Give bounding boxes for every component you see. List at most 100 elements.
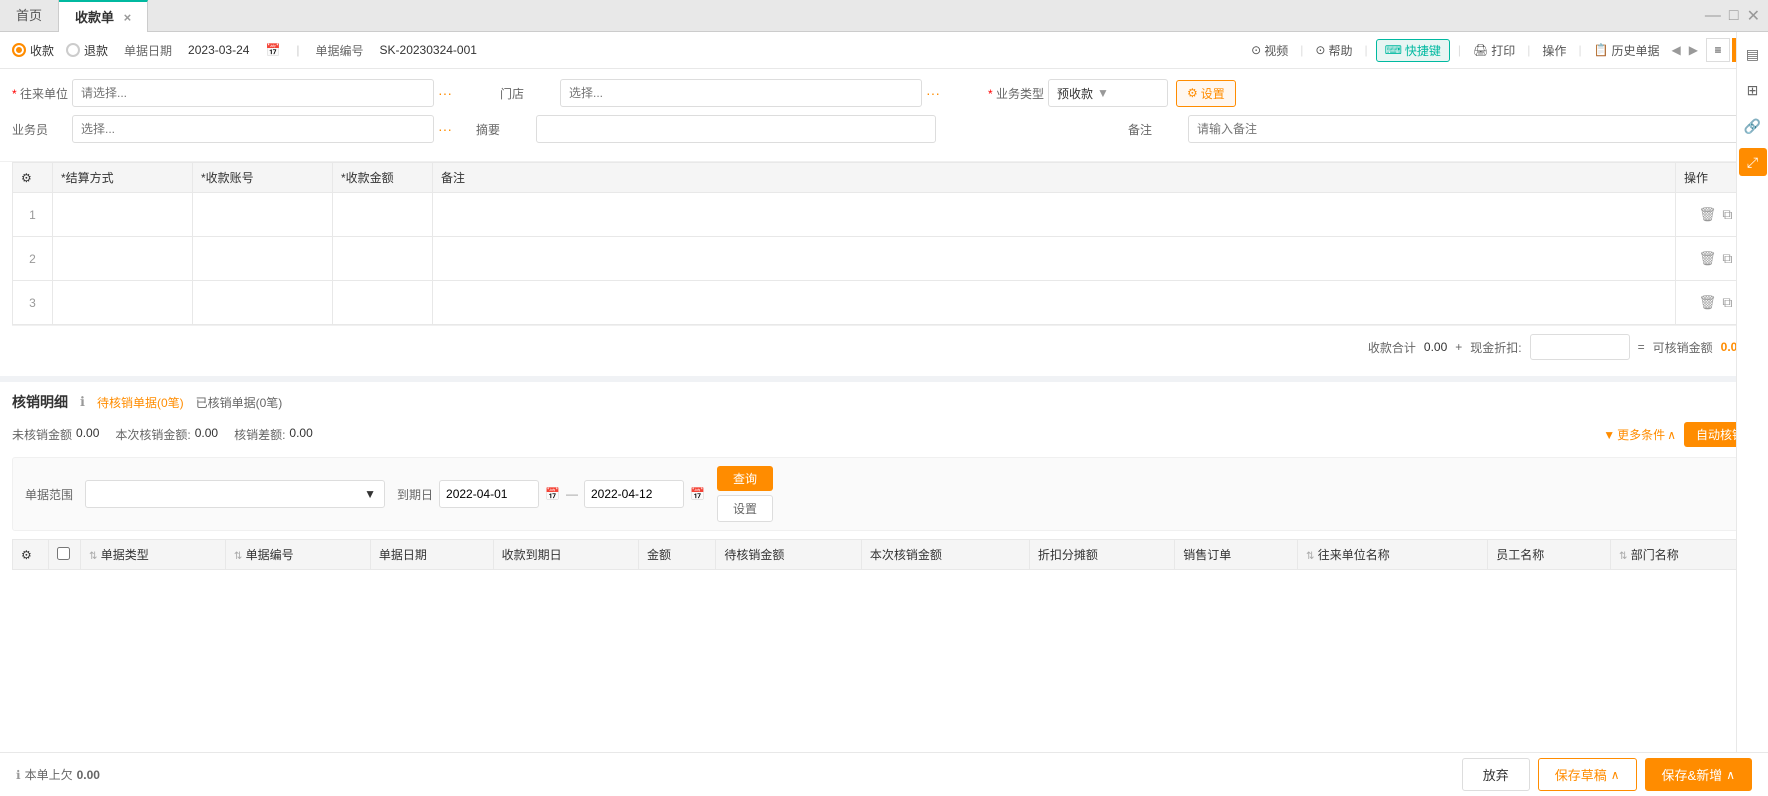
print-btn[interactable]: 🖨 打印 [1469, 40, 1519, 61]
row-1-delete-icon[interactable]: 🗑 [1699, 206, 1717, 223]
filter-range-select[interactable]: ▼ [85, 480, 385, 508]
col-remark-header: 备注 [433, 163, 1676, 193]
filter-icon: ▼ [1603, 428, 1615, 442]
view-list-btn[interactable]: ≡ [1706, 38, 1730, 62]
row-3-copy-icon[interactable]: ⧉ [1722, 294, 1732, 311]
number-label: 单据编号 [316, 42, 364, 59]
sidebar-link-icon[interactable]: 🔗 [1739, 112, 1767, 140]
form-section: 往来单位 ··· 门店 ··· 业务类型 预收款 ▼ ⚙ [0, 69, 1768, 162]
calendar-icon[interactable]: 📅 [265, 43, 280, 57]
done-tab[interactable]: 已核销单据(0笔) [196, 394, 283, 411]
tab-close-icon[interactable]: × [124, 10, 132, 25]
history-icon: 📋 [1594, 43, 1609, 57]
prev-icon[interactable]: ◀ [1672, 43, 1681, 57]
video-btn[interactable]: ⊙ 视频 [1247, 40, 1292, 61]
staff-input[interactable] [72, 115, 434, 143]
radio-group: 收款 退款 [12, 42, 108, 59]
settings-btn2[interactable]: 设置 [717, 495, 773, 522]
row-2-settlement[interactable] [53, 237, 193, 281]
number-value: SK-20230324-001 [380, 43, 477, 57]
row-1-amount[interactable] [333, 193, 433, 237]
staff-more-btn[interactable]: ··· [438, 121, 452, 137]
row-1-account[interactable] [193, 193, 333, 237]
sub-col-checkbox[interactable] [49, 540, 81, 570]
sub-col-dept: ⇅ 部门名称 [1611, 540, 1756, 570]
current-stat: 本次核销金额: 0.00 [115, 426, 218, 443]
row-2-account[interactable] [193, 237, 333, 281]
sub-col-pending: 待核销金额 [716, 540, 861, 570]
partner-field: 往来单位 ··· [12, 79, 452, 107]
abandon-button[interactable]: 放弃 [1462, 758, 1530, 791]
row-2-copy-icon[interactable]: ⧉ [1722, 250, 1732, 267]
partner-input[interactable] [72, 79, 434, 107]
minimize-icon[interactable]: — [1705, 7, 1721, 25]
radio-refund[interactable]: 退款 [66, 42, 108, 59]
row-2-remark[interactable] [433, 237, 1676, 281]
save-new-button[interactable]: 保存&新增 ∧ [1645, 758, 1752, 791]
row-1-settlement[interactable] [53, 193, 193, 237]
form-row-1: 往来单位 ··· 门店 ··· 业务类型 预收款 ▼ ⚙ [12, 79, 1756, 107]
settings-button[interactable]: ⚙ 设置 [1176, 80, 1236, 107]
pending-tab[interactable]: 待核销单据(0笔) [97, 394, 184, 411]
query-btn[interactable]: 查询 [717, 466, 773, 491]
date-from-input[interactable] [439, 480, 539, 508]
current-value: 0.00 [195, 426, 218, 443]
staff-field: 业务员 ··· [12, 115, 452, 143]
filter-chevron-icon: ▼ [364, 487, 376, 501]
date-value: 2023-03-24 [188, 43, 249, 57]
row-3-delete-icon[interactable]: 🗑 [1699, 294, 1717, 311]
row-3-amount[interactable] [333, 281, 433, 325]
window-controls: — □ ✕ [1705, 6, 1768, 26]
maximize-icon[interactable]: □ [1729, 7, 1739, 25]
save-draft-arrow: ∧ [1611, 768, 1620, 782]
row-1-remark[interactable] [433, 193, 1676, 237]
reconcile-info-icon[interactable]: ℹ [80, 394, 85, 410]
row-3-settlement[interactable] [53, 281, 193, 325]
form-row-2: 业务员 ··· 摘要 备注 [12, 115, 1756, 143]
date-label: 单据日期 [124, 42, 172, 59]
row-3-remark[interactable] [433, 281, 1676, 325]
store-more-btn[interactable]: ··· [926, 85, 940, 101]
operation-btn[interactable]: 操作 [1538, 40, 1570, 61]
unchecked-value: 0.00 [76, 426, 99, 443]
date-from-cal-icon[interactable]: 📅 [545, 487, 560, 501]
discount-input[interactable] [1530, 334, 1630, 360]
sidebar-table-icon[interactable]: ▤ [1739, 40, 1767, 68]
radio-refund-dot [66, 43, 80, 57]
date-to-input[interactable] [584, 480, 684, 508]
tab-home[interactable]: 首页 [0, 0, 59, 32]
business-type-select[interactable]: 预收款 ▼ [1048, 79, 1168, 107]
tab-receipt[interactable]: 收款单 × [59, 0, 148, 32]
save-draft-button[interactable]: 保存草稿 ∧ [1538, 758, 1637, 791]
receipt-table: ⚙ *结算方式 *收款账号 *收款金额 备注 操作 [12, 162, 1756, 325]
select-all-checkbox[interactable] [57, 547, 70, 560]
row-2-amount[interactable] [333, 237, 433, 281]
main-content: 收款 退款 单据日期 2023-03-24 📅 | 单据编号 SK-202303… [0, 32, 1768, 796]
summary-row: 收款合计 0.00 + 现金折扣: = 可核销金额 0.00 [12, 325, 1756, 368]
sub-col-settings[interactable]: ⚙ [13, 540, 49, 570]
partner-more-btn[interactable]: ··· [438, 85, 452, 101]
sidebar-expand-icon[interactable]: ⤢ [1739, 148, 1767, 176]
video-icon: ⊙ [1251, 43, 1261, 57]
next-icon[interactable]: ▶ [1689, 43, 1698, 57]
summary-input[interactable] [536, 115, 936, 143]
store-input[interactable] [560, 79, 922, 107]
help-btn[interactable]: ⊙ 帮助 [1311, 40, 1356, 61]
sub-table: ⚙ ⇅ 单据类型 ⇅ 单据编号 单据日期 [12, 539, 1756, 570]
table-row: 1 🗑 ⧉ [13, 193, 1756, 237]
history-btn[interactable]: 📋 历史单据 [1590, 40, 1664, 61]
help-icon: ⊙ [1315, 43, 1325, 57]
shortcut-btn[interactable]: ⌨ 快捷键 [1376, 39, 1450, 62]
close-icon[interactable]: ✕ [1747, 6, 1760, 26]
row-1-copy-icon[interactable]: ⧉ [1722, 206, 1732, 223]
business-field: 业务类型 预收款 ▼ [988, 79, 1168, 107]
radio-receipt[interactable]: 收款 [12, 42, 54, 59]
row-3-account[interactable] [193, 281, 333, 325]
row-2-delete-icon[interactable]: 🗑 [1699, 250, 1717, 267]
more-conditions-btn[interactable]: ▼ 更多条件 ∧ [1603, 426, 1676, 443]
remark-input[interactable] [1188, 115, 1756, 143]
partner-label: 往来单位 [12, 85, 72, 102]
date-to-cal-icon[interactable]: 📅 [690, 487, 705, 501]
col-settings-header[interactable]: ⚙ [13, 163, 53, 193]
sidebar-grid-icon[interactable]: ⊞ [1739, 76, 1767, 104]
